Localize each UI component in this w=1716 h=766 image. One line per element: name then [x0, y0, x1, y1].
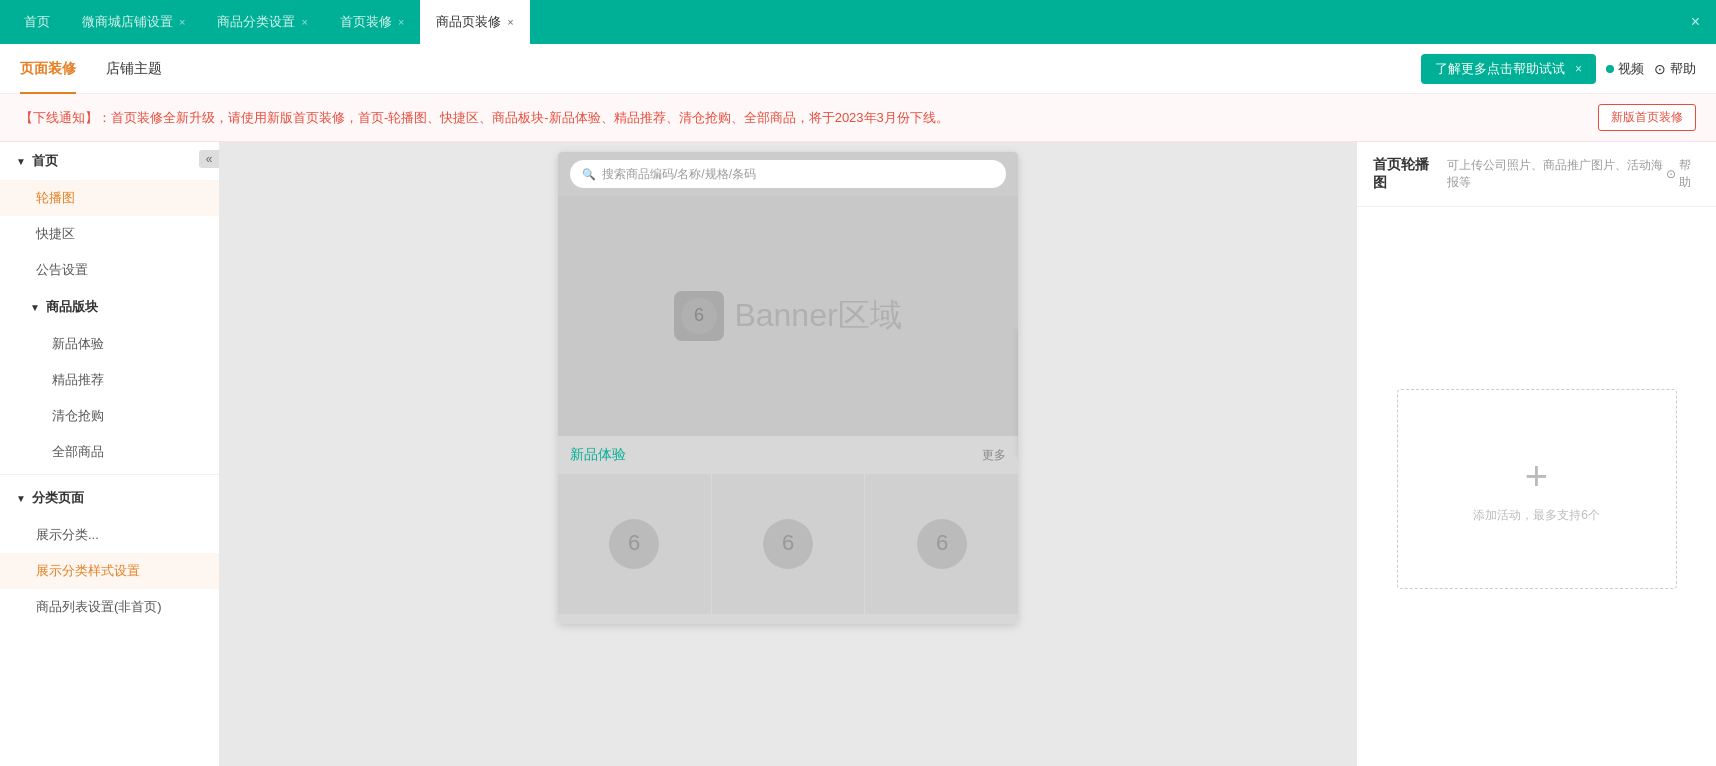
sidebar-item-category-style[interactable]: 展示分类样式设置: [0, 553, 219, 589]
sidebar-item-new-experience[interactable]: 新品体验: [0, 326, 219, 362]
sidebar-subgroup-product-block: ▼ 商品版块 新品体验 精品推荐 清仓抢购 全部商品: [0, 288, 219, 470]
video-button[interactable]: 视频: [1606, 60, 1644, 78]
svg-text:6: 6: [936, 530, 948, 555]
banner-area: 6 Banner区域: [558, 196, 1018, 436]
product-card-1: 6: [558, 474, 711, 614]
help-button[interactable]: ⊙ 帮助: [1654, 60, 1696, 78]
sidebar-item-all-products[interactable]: 全部商品: [0, 434, 219, 470]
sidebar-group-home-header[interactable]: ▼ 首页: [0, 142, 219, 180]
plus-icon: +: [1525, 454, 1548, 499]
right-panel-help-button[interactable]: ⊙ 帮助: [1666, 157, 1700, 191]
sidebar-item-clearance[interactable]: 清仓抢购: [0, 398, 219, 434]
tab-bar: 首页 微商城店铺设置 × 商品分类设置 × 首页装修 × 商品页装修 × ×: [0, 0, 1716, 44]
product-grid: 6 6 6: [558, 474, 1018, 624]
right-panel-body: + 添加活动，最多支持6个: [1357, 207, 1716, 766]
svg-text:6: 6: [782, 530, 794, 555]
product-section-title: 新品体验: [570, 446, 982, 464]
banner-logo: 6 Banner区域: [674, 291, 901, 341]
sub-tab-page-decor[interactable]: 页面装修: [20, 44, 76, 94]
sidebar-item-notice[interactable]: 公告设置: [0, 252, 219, 288]
video-dot-icon: [1606, 65, 1614, 73]
help-banner-text: 了解更多点击帮助试试: [1435, 60, 1565, 78]
banner-area-text: Banner区域: [734, 294, 901, 338]
tab-product-decor[interactable]: 商品页装修 ×: [420, 0, 529, 44]
help-banner-close[interactable]: ×: [1575, 62, 1582, 76]
notice-bar: 【下线通知】：首页装修全新升级，请使用新版首页装修，首页-轮播图、快捷区、商品板…: [0, 94, 1716, 142]
sidebar-group-home: ▼ 首页 轮播图 快捷区 公告设置 ▼ 商品版块 新品体验: [0, 142, 219, 470]
tab-product-category[interactable]: 商品分类设置 ×: [201, 0, 323, 44]
sidebar-item-carousel[interactable]: 轮播图: [0, 180, 219, 216]
product-section-more: 更多: [982, 447, 1006, 464]
new-homepage-decor-button[interactable]: 新版首页装修: [1598, 104, 1696, 131]
question-icon: ⊙: [1654, 61, 1666, 77]
banner-icon: 6: [674, 291, 724, 341]
tab-close-homepage-decor[interactable]: ×: [398, 16, 404, 28]
sub-header-right: 了解更多点击帮助试试 × 视频 ⊙ 帮助: [1421, 54, 1696, 84]
sub-tab-store-theme[interactable]: 店铺主题: [106, 44, 162, 94]
svg-text:6: 6: [694, 305, 704, 325]
tab-close-product-decor[interactable]: ×: [507, 16, 513, 28]
sidebar-group-category-header[interactable]: ▼ 分类页面: [0, 479, 219, 517]
product-card-3: 6: [865, 474, 1018, 614]
add-label: 添加活动，最多支持6个: [1473, 507, 1600, 524]
right-panel-title: 首页轮播图: [1373, 156, 1437, 192]
tab-store-settings[interactable]: 微商城店铺设置 ×: [66, 0, 201, 44]
global-close-button[interactable]: ×: [1683, 13, 1708, 31]
phone-preview: 🔍 搜索商品编码/名称/规格/条码 6 Banner区域: [558, 152, 1018, 624]
sidebar-item-product-list-settings[interactable]: 商品列表设置(非首页): [0, 589, 219, 625]
sidebar-group-category: ▼ 分类页面 展示分类... 展示分类样式设置 商品列表设置(非首页): [0, 479, 219, 625]
arrow-down-icon-product: ▼: [30, 302, 40, 313]
question-mark-icon: ⊙: [1666, 167, 1676, 181]
tab-homepage-decor[interactable]: 首页装修 ×: [324, 0, 420, 44]
add-image-box[interactable]: + 添加活动，最多支持6个: [1397, 389, 1677, 589]
product-card-2: 6: [712, 474, 865, 614]
sidebar-item-premium[interactable]: 精品推荐: [0, 362, 219, 398]
phone-search-input[interactable]: 🔍 搜索商品编码/名称/规格/条码: [570, 160, 1006, 188]
help-banner[interactable]: 了解更多点击帮助试试 ×: [1421, 54, 1596, 84]
right-panel: 首页轮播图 可上传公司照片、商品推广图片、活动海报等 ⊙ 帮助 + 添加活动，最…: [1356, 142, 1716, 766]
tab-close-store-settings[interactable]: ×: [179, 16, 185, 28]
arrow-down-icon-category: ▼: [16, 493, 26, 504]
sidebar-item-show-category[interactable]: 展示分类...: [0, 517, 219, 553]
sidebar-item-shortcut[interactable]: 快捷区: [0, 216, 219, 252]
sidebar-collapse-button[interactable]: «: [199, 150, 219, 168]
arrow-down-icon: ▼: [16, 156, 26, 167]
sidebar-divider-1: [0, 474, 219, 475]
center-preview: 🔍 搜索商品编码/名称/规格/条码 6 Banner区域: [220, 142, 1356, 766]
product-section-header: 新品体验 更多: [558, 436, 1018, 474]
search-icon: 🔍: [582, 168, 596, 181]
main-layout: « ▼ 首页 轮播图 快捷区 公告设置 ▼ 商品版块: [0, 142, 1716, 766]
right-panel-header: 首页轮播图 可上传公司照片、商品推广图片、活动海报等 ⊙ 帮助: [1357, 142, 1716, 207]
notice-text: 【下线通知】：首页装修全新升级，请使用新版首页装修，首页-轮播图、快捷区、商品板…: [20, 109, 949, 127]
tab-home[interactable]: 首页: [8, 0, 66, 44]
sidebar: « ▼ 首页 轮播图 快捷区 公告设置 ▼ 商品版块: [0, 142, 220, 766]
right-panel-subtitle: 可上传公司照片、商品推广图片、活动海报等: [1447, 157, 1666, 191]
svg-text:6: 6: [628, 530, 640, 555]
sub-header: 页面装修 店铺主题 了解更多点击帮助试试 × 视频 ⊙ 帮助: [0, 44, 1716, 94]
phone-search-bar: 🔍 搜索商品编码/名称/规格/条码: [558, 152, 1018, 196]
tab-close-product-category[interactable]: ×: [301, 16, 307, 28]
sidebar-subgroup-product-block-header[interactable]: ▼ 商品版块: [0, 288, 219, 326]
